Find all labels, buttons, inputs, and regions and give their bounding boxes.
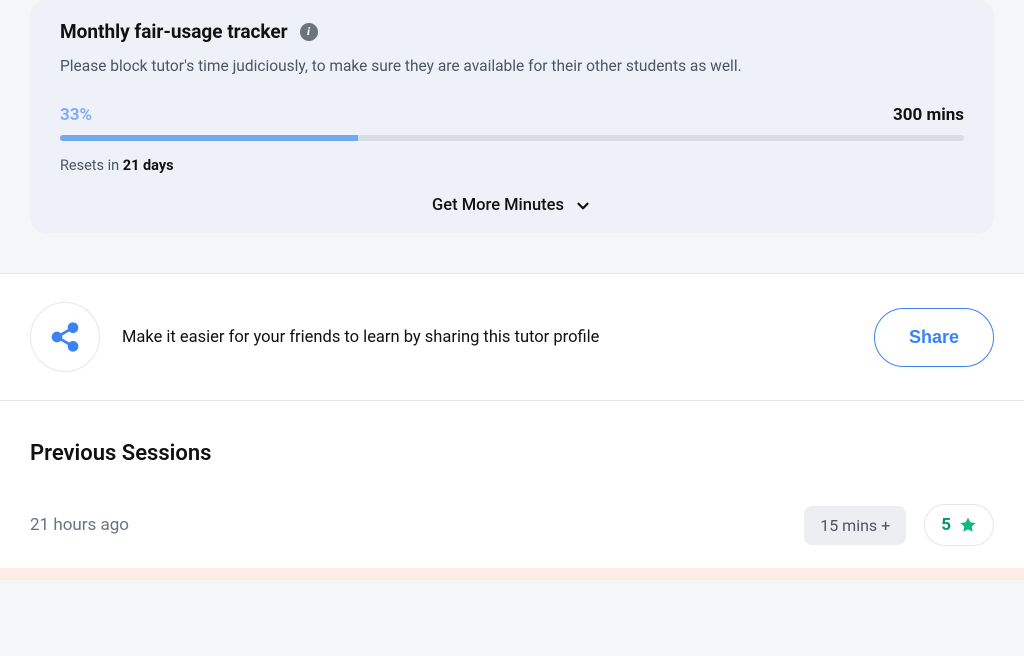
session-rating-value: 5 — [941, 515, 951, 535]
usage-progress-track — [60, 135, 964, 141]
info-icon[interactable]: i — [300, 23, 318, 41]
session-row[interactable]: 21 hours ago 15 mins + 5 — [0, 476, 1024, 568]
usage-tracker-title: Monthly fair-usage tracker — [60, 20, 288, 43]
session-rating-pill: 5 — [924, 504, 994, 546]
footer-strip — [0, 568, 1024, 580]
share-button[interactable]: Share — [874, 308, 994, 367]
usage-progress-fill — [60, 135, 358, 141]
usage-tracker-card: Monthly fair-usage tracker i Please bloc… — [30, 0, 994, 233]
usage-resets-days: 21 days — [123, 157, 174, 174]
usage-resets-text: Resets in 21 days — [60, 157, 964, 174]
session-duration-pill: 15 mins + — [804, 506, 906, 545]
get-more-minutes-label: Get More Minutes — [432, 196, 564, 215]
get-more-minutes-button[interactable]: Get More Minutes — [60, 196, 964, 215]
usage-tracker-description: Please block tutor's time judiciously, t… — [60, 57, 964, 75]
session-timestamp: 21 hours ago — [30, 515, 129, 535]
share-description: Make it easier for your friends to learn… — [122, 328, 852, 347]
usage-tracker-header: Monthly fair-usage tracker i — [60, 20, 964, 43]
usage-resets-prefix: Resets in — [60, 157, 123, 174]
previous-sessions-heading: Previous Sessions — [30, 441, 994, 466]
previous-sessions-section: Previous Sessions — [0, 401, 1024, 476]
share-icon — [30, 302, 100, 372]
session-meta: 15 mins + 5 — [804, 504, 994, 546]
star-icon — [959, 516, 977, 534]
share-section: Make it easier for your friends to learn… — [0, 273, 1024, 401]
usage-percent: 33% — [60, 105, 92, 125]
usage-stats-row: 33% 300 mins — [60, 105, 964, 125]
chevron-down-icon — [574, 197, 592, 215]
usage-total-minutes: 300 mins — [893, 105, 964, 125]
